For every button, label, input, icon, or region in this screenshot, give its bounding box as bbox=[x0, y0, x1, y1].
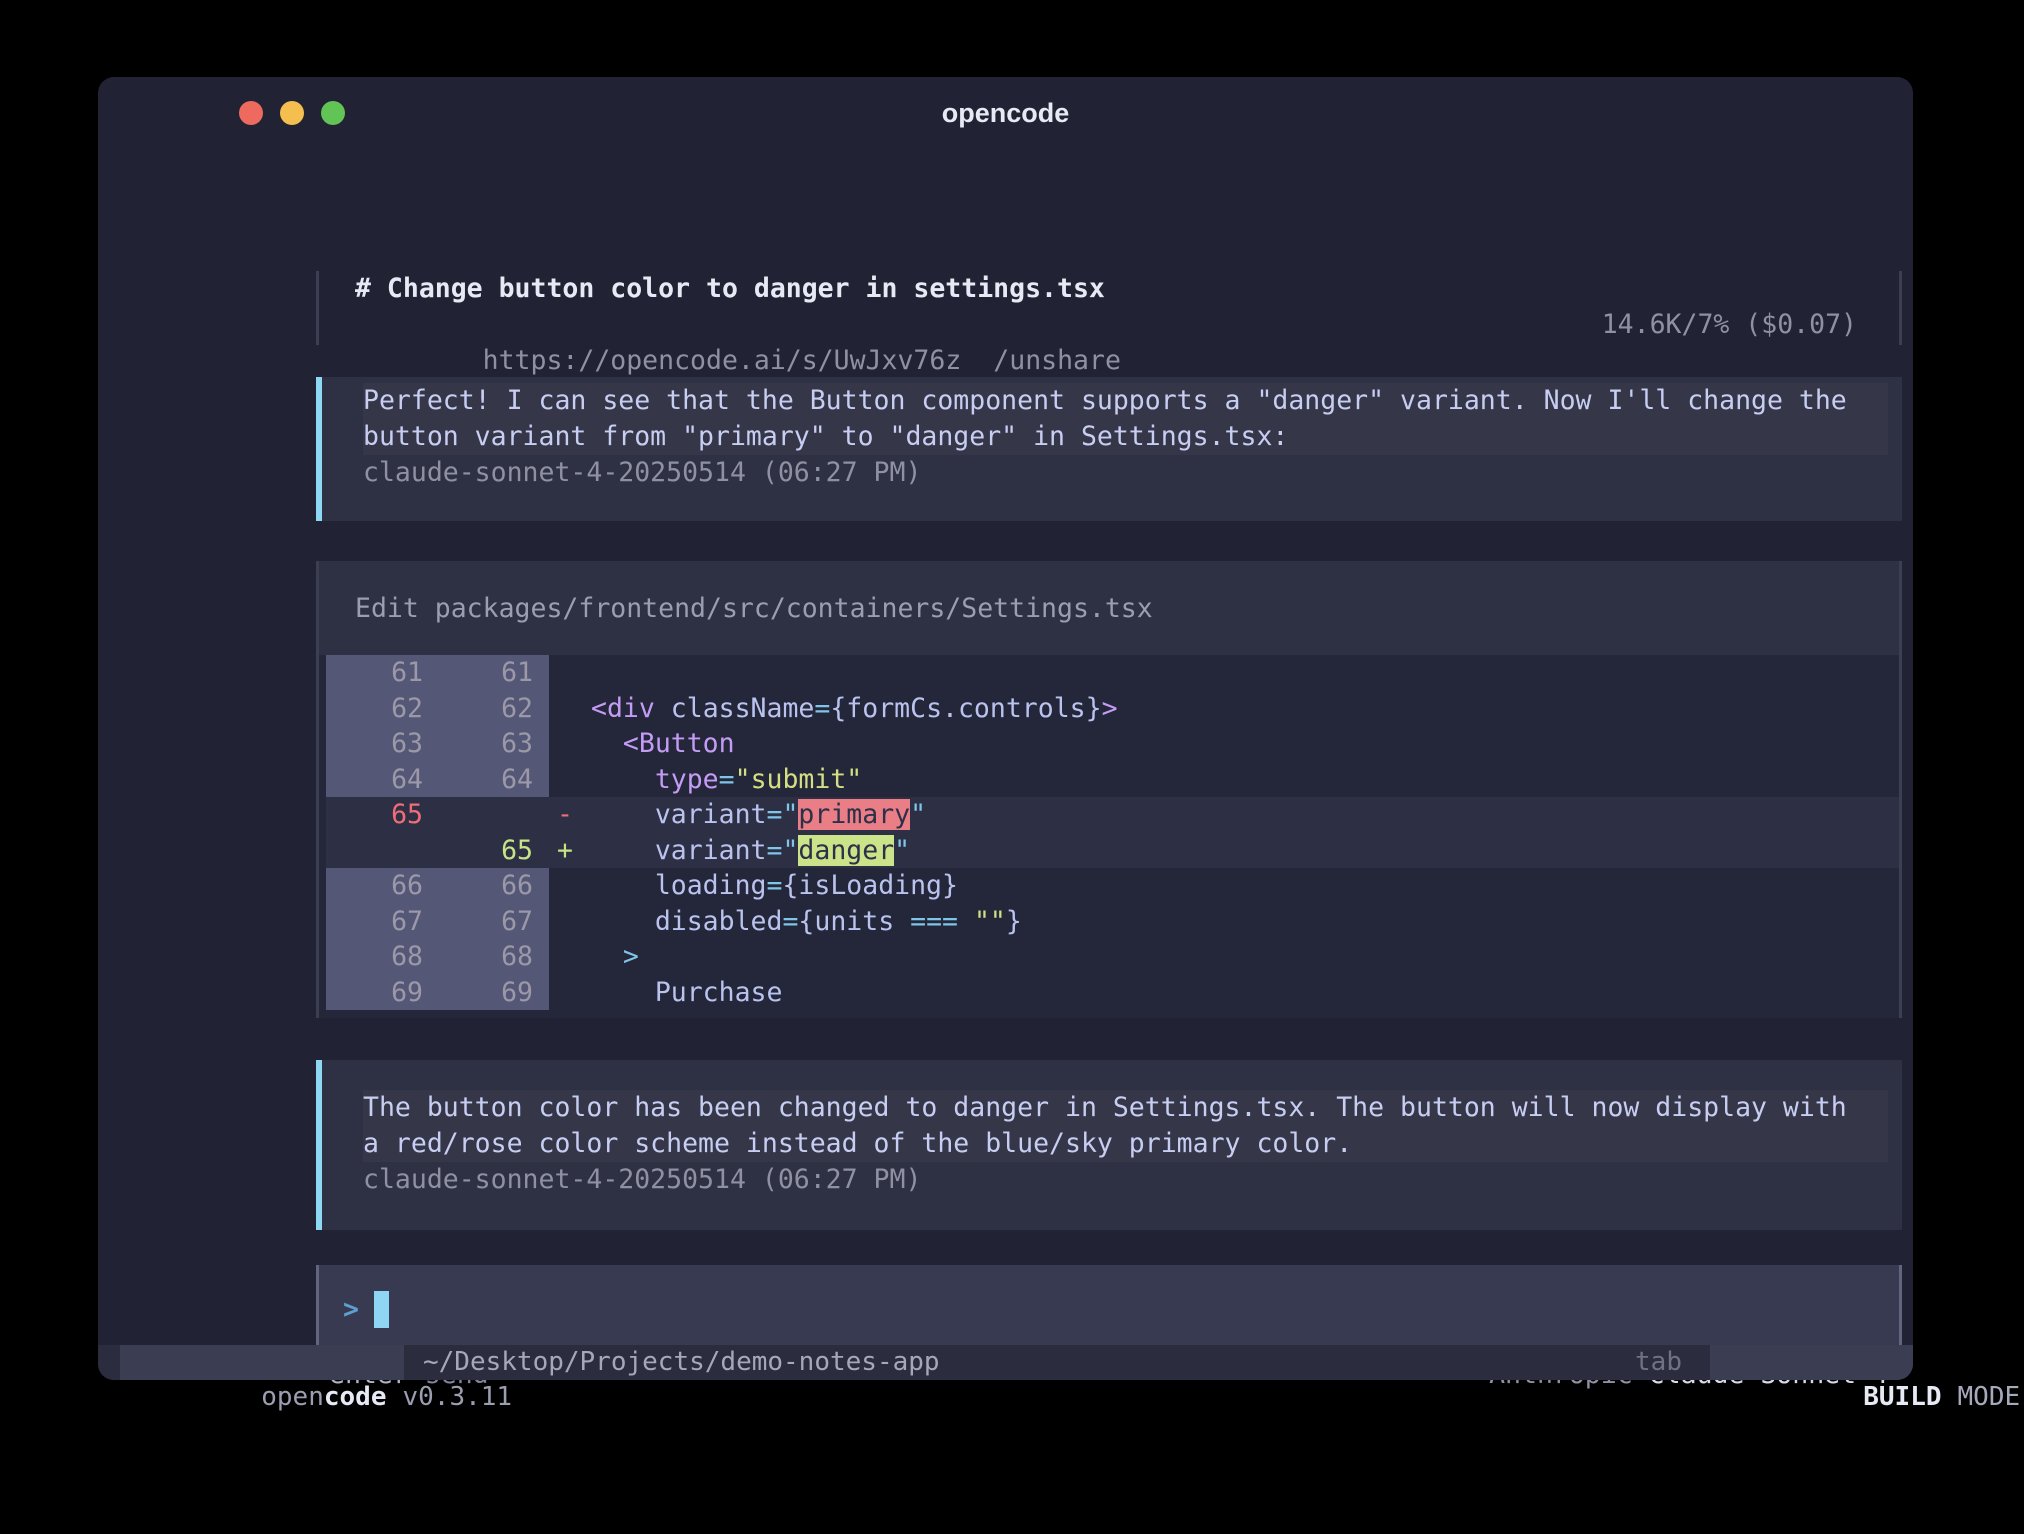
new-line-number: 63 bbox=[433, 726, 549, 762]
message-text-line: button variant from "primary" to "danger… bbox=[363, 419, 1888, 455]
new-line-number: 66 bbox=[433, 868, 549, 904]
deletion-sign: - bbox=[549, 797, 591, 833]
diff-row: 6666 loading={isLoading} bbox=[326, 868, 1899, 904]
message-text-line: a red/rose color scheme instead of the b… bbox=[363, 1126, 1888, 1162]
title-bar[interactable]: opencode bbox=[98, 77, 1913, 149]
diff-row: 6363 <Button bbox=[326, 726, 1899, 762]
app-name-code: code bbox=[324, 1382, 387, 1412]
prompt-input[interactable]: > bbox=[316, 1265, 1902, 1353]
old-line-number: 63 bbox=[326, 726, 433, 762]
session-header: # Change button color to danger in setti… bbox=[316, 271, 1902, 345]
mode-chip[interactable]: BUILDMODE bbox=[1710, 1345, 1913, 1380]
app-name-open: open bbox=[261, 1382, 324, 1412]
addition-sign: + bbox=[549, 833, 591, 869]
old-line-number: 64 bbox=[326, 762, 433, 798]
new-line-number: 61 bbox=[433, 655, 549, 691]
screen: opencode # Change button color to danger… bbox=[0, 0, 2024, 1534]
tab-key-hint[interactable]: tab bbox=[1635, 1345, 1682, 1380]
assistant-message: The button color has been changed to dan… bbox=[316, 1060, 1902, 1230]
new-line-number: 67 bbox=[433, 904, 549, 940]
old-line-number: 69 bbox=[326, 975, 433, 1011]
old-line-number: 66 bbox=[326, 868, 433, 904]
diff-row-deleted: 65- variant="primary" bbox=[326, 797, 1899, 833]
unshare-command[interactable]: /unshare bbox=[993, 345, 1121, 376]
message-model-timestamp: claude-sonnet-4-20250514 (06:27 PM) bbox=[363, 1162, 1902, 1198]
diff-row: 6262<div className={formCs.controls}> bbox=[326, 691, 1899, 727]
prompt-caret-icon: > bbox=[343, 1294, 359, 1325]
text-cursor bbox=[374, 1291, 389, 1328]
message-text-line: Perfect! I can see that the Button compo… bbox=[363, 383, 1888, 419]
message-text-line: The button color has been changed to dan… bbox=[363, 1090, 1888, 1126]
old-line-number: 61 bbox=[326, 655, 433, 691]
assistant-message: Perfect! I can see that the Button compo… bbox=[316, 377, 1902, 521]
new-line-number: 69 bbox=[433, 975, 549, 1011]
old-line-number bbox=[326, 833, 433, 869]
old-line-number: 67 bbox=[326, 904, 433, 940]
mode-suffix: MODE bbox=[1958, 1382, 2021, 1412]
window-title: opencode bbox=[98, 77, 1913, 149]
share-url-link[interactable]: https://opencode.ai/s/UwJxv76z bbox=[483, 345, 962, 376]
app-version-chip: opencodev0.3.11 bbox=[120, 1345, 404, 1380]
old-line-number: 62 bbox=[326, 691, 433, 727]
new-line-number: 62 bbox=[433, 691, 549, 727]
diff-row: 6767 disabled={units === ""} bbox=[326, 904, 1899, 940]
new-line-number: 64 bbox=[433, 762, 549, 798]
app-window: opencode # Change button color to danger… bbox=[98, 77, 1913, 1380]
new-line-number: 68 bbox=[433, 939, 549, 975]
diff-view: 6161 6262<div className={formCs.controls… bbox=[319, 655, 1899, 1018]
mode-name: BUILD bbox=[1863, 1382, 1941, 1412]
message-model-timestamp: claude-sonnet-4-20250514 (06:27 PM) bbox=[363, 455, 1902, 491]
diff-row: 6969 Purchase bbox=[326, 975, 1899, 1011]
diff-row: 6464 type="submit" bbox=[326, 762, 1899, 798]
token-usage-cost: 14.6K/7% ($0.07) bbox=[1602, 307, 1857, 343]
old-line-number: 68 bbox=[326, 939, 433, 975]
new-line-number bbox=[433, 797, 549, 833]
edit-file-path: Edit packages/frontend/src/containers/Se… bbox=[319, 561, 1899, 655]
app-version: v0.3.11 bbox=[402, 1382, 512, 1412]
session-title: # Change button color to danger in setti… bbox=[355, 271, 1899, 307]
diff-row: 6868 > bbox=[326, 939, 1899, 975]
new-line-number: 65 bbox=[433, 833, 549, 869]
old-line-number: 65 bbox=[326, 797, 433, 833]
edit-tool-block: Edit packages/frontend/src/containers/Se… bbox=[316, 561, 1902, 1018]
working-directory: ~/Desktop/Projects/demo-notes-app bbox=[423, 1345, 940, 1380]
status-bar: opencodev0.3.11 ~/Desktop/Projects/demo-… bbox=[98, 1345, 1913, 1380]
diff-row: 6161 bbox=[326, 655, 1899, 691]
diff-row-added: 65+ variant="danger" bbox=[326, 833, 1899, 869]
